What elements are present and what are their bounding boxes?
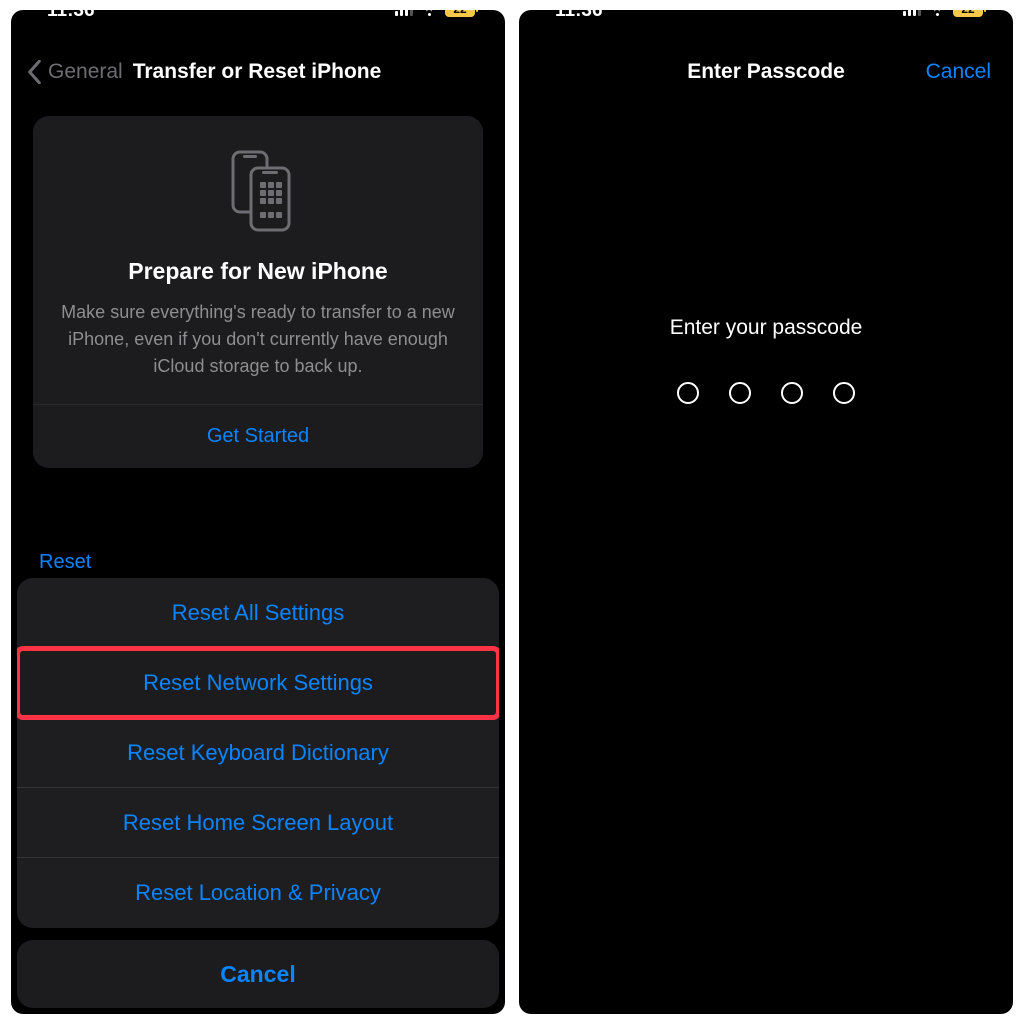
page-title: Transfer or Reset iPhone bbox=[133, 60, 382, 84]
action-sheet: Reset All Settings Reset Network Setting… bbox=[11, 578, 505, 1014]
nav-bar: General Transfer or Reset iPhone bbox=[11, 28, 505, 116]
reset-keyboard-dictionary[interactable]: Reset Keyboard Dictionary bbox=[17, 718, 499, 788]
prepare-card: Prepare for New iPhone Make sure everyth… bbox=[33, 116, 483, 468]
action-sheet-cancel[interactable]: Cancel bbox=[17, 940, 499, 1008]
passcode-prompt: Enter your passcode bbox=[519, 316, 1013, 340]
nav-bar: Enter Passcode Cancel bbox=[519, 28, 1013, 116]
reset-home-screen-layout[interactable]: Reset Home Screen Layout bbox=[17, 788, 499, 858]
status-bar: 11:36 22 bbox=[519, 10, 1013, 28]
passcode-dot bbox=[729, 382, 751, 404]
passcode-area: Enter your passcode bbox=[519, 316, 1013, 404]
passcode-dot bbox=[781, 382, 803, 404]
get-started-button[interactable]: Get Started bbox=[55, 405, 461, 468]
status-time: 11:36 bbox=[47, 10, 95, 22]
battery-icon: 22 bbox=[953, 10, 983, 17]
phone-left: 11:36 22 General Transfer or Reset iPhon… bbox=[11, 10, 505, 1014]
status-bar: 11:36 22 bbox=[11, 10, 505, 28]
status-right: 22 bbox=[395, 10, 475, 17]
back-label: General bbox=[48, 60, 123, 84]
wifi-icon bbox=[927, 10, 947, 17]
action-sheet-group: Reset All Settings Reset Network Setting… bbox=[17, 578, 499, 928]
passcode-dot bbox=[833, 382, 855, 404]
phone-right: 11:36 22 Enter Passcode Cancel Enter you… bbox=[519, 10, 1013, 1014]
reset-network-settings[interactable]: Reset Network Settings bbox=[17, 648, 499, 718]
two-phones-icon bbox=[55, 146, 461, 236]
cellular-icon bbox=[903, 10, 921, 16]
passcode-dots[interactable] bbox=[519, 382, 1013, 404]
passcode-dot bbox=[677, 382, 699, 404]
cellular-icon bbox=[395, 10, 413, 16]
status-time: 11:36 bbox=[555, 10, 603, 22]
reset-all-settings[interactable]: Reset All Settings bbox=[17, 578, 499, 648]
battery-icon: 22 bbox=[445, 10, 475, 17]
wifi-icon bbox=[419, 10, 439, 17]
prepare-body: Make sure everything's ready to transfer… bbox=[55, 299, 461, 380]
chevron-left-icon bbox=[27, 60, 42, 84]
reset-label-underlap: Reset bbox=[11, 551, 505, 578]
reset-location-privacy[interactable]: Reset Location & Privacy bbox=[17, 858, 499, 928]
cancel-button[interactable]: Cancel bbox=[926, 60, 991, 84]
status-right: 22 bbox=[903, 10, 983, 17]
back-button[interactable]: General bbox=[27, 60, 123, 84]
prepare-heading: Prepare for New iPhone bbox=[55, 258, 461, 285]
